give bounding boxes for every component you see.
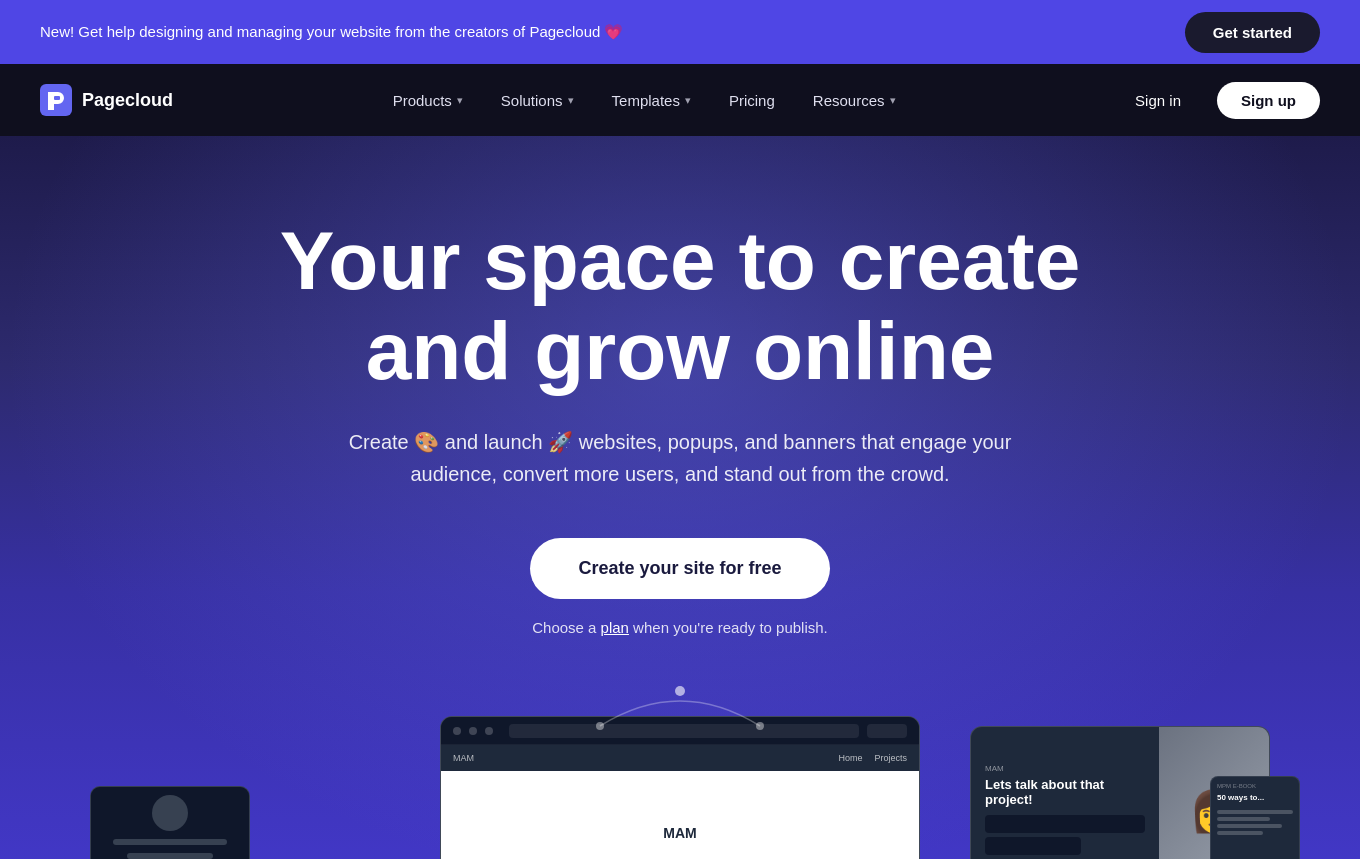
hero-footnote: Choose a plan when you're ready to publi…: [532, 619, 828, 636]
navbar: Pagecloud Products ▾ Solutions ▾ Templat…: [0, 64, 1360, 136]
hero-subtitle: Create 🎨 and launch 🚀 websites, popups, …: [330, 426, 1030, 490]
screenshot-right-title: Lets talk about that project!: [985, 777, 1145, 807]
browser-dot: [485, 727, 493, 735]
chevron-down-icon: ▾: [457, 94, 463, 107]
plan-link[interactable]: plan: [601, 619, 629, 636]
mini-line: [1217, 810, 1293, 814]
logo-text: Pagecloud: [82, 90, 173, 111]
mini-line: [1217, 831, 1263, 835]
nav-links: Products ▾ Solutions ▾ Templates ▾ Prici…: [377, 84, 912, 117]
browser-dot: [453, 727, 461, 735]
site-nav-home: Home: [838, 753, 862, 763]
site-content: MAM: [441, 771, 919, 859]
nav-item-pricing[interactable]: Pricing: [713, 84, 791, 117]
hero-screenshots: MAM Home Projects MAM MAM Lets talk abou…: [80, 696, 1280, 859]
site-nav-logo: MAM: [453, 753, 474, 763]
hero-title: Your space to create and grow online: [280, 216, 1081, 396]
announcement-bar: New! Get help designing and managing you…: [0, 0, 1360, 64]
browser-dot: [469, 727, 477, 735]
mini-line: [1217, 817, 1270, 821]
mini-line: [1217, 824, 1282, 828]
site-nav-projects: Projects: [874, 753, 907, 763]
screenshot-right-content: MAM Lets talk about that project!: [971, 727, 1159, 859]
mini-lines: [1217, 810, 1293, 835]
nav-item-products[interactable]: Products ▾: [377, 84, 479, 117]
announcement-text: New! Get help designing and managing you…: [40, 23, 624, 41]
svg-point-4: [756, 722, 764, 730]
screenshot-right-input: [985, 815, 1145, 833]
screenshot-right-label: MAM: [985, 764, 1145, 773]
line-placeholder: [127, 853, 212, 859]
logo-link[interactable]: Pagecloud: [40, 84, 173, 116]
mini-label: MPM E-BOOK: [1217, 783, 1293, 789]
sign-up-button[interactable]: Sign up: [1217, 82, 1320, 119]
browser-buttons: [867, 724, 907, 738]
chevron-down-icon: ▾: [890, 94, 896, 107]
chevron-down-icon: ▾: [568, 94, 574, 107]
svg-point-2: [675, 686, 685, 696]
screenshot-center: MAM Home Projects MAM: [440, 716, 920, 859]
screenshot-right-input-2: [985, 837, 1081, 855]
announcement-cta-button[interactable]: Get started: [1185, 12, 1320, 53]
nav-item-solutions[interactable]: Solutions ▾: [485, 84, 590, 117]
svg-rect-1: [54, 96, 60, 100]
connection-arc-svg: [580, 676, 780, 736]
line-placeholder: [113, 839, 227, 845]
site-nav-bar: MAM Home Projects: [441, 745, 919, 771]
nav-item-resources[interactable]: Resources ▾: [797, 84, 912, 117]
sign-in-button[interactable]: Sign in: [1115, 82, 1201, 119]
chevron-down-icon: ▾: [685, 94, 691, 107]
screenshot-left: [90, 786, 250, 859]
logo-icon: [40, 84, 72, 116]
avatar: [152, 795, 188, 831]
site-logo-text: MAM: [663, 825, 696, 841]
create-site-cta-button[interactable]: Create your site for free: [530, 538, 829, 599]
screenshot-far-right: MPM E-BOOK 50 ways to...: [1210, 776, 1300, 859]
hero-section: Your space to create and grow online Cre…: [0, 136, 1360, 859]
screenshot-center-body: MAM Home Projects MAM: [441, 745, 919, 859]
nav-item-templates[interactable]: Templates ▾: [596, 84, 707, 117]
mini-title: 50 ways to...: [1217, 793, 1293, 802]
svg-point-3: [596, 722, 604, 730]
nav-actions: Sign in Sign up: [1115, 82, 1320, 119]
